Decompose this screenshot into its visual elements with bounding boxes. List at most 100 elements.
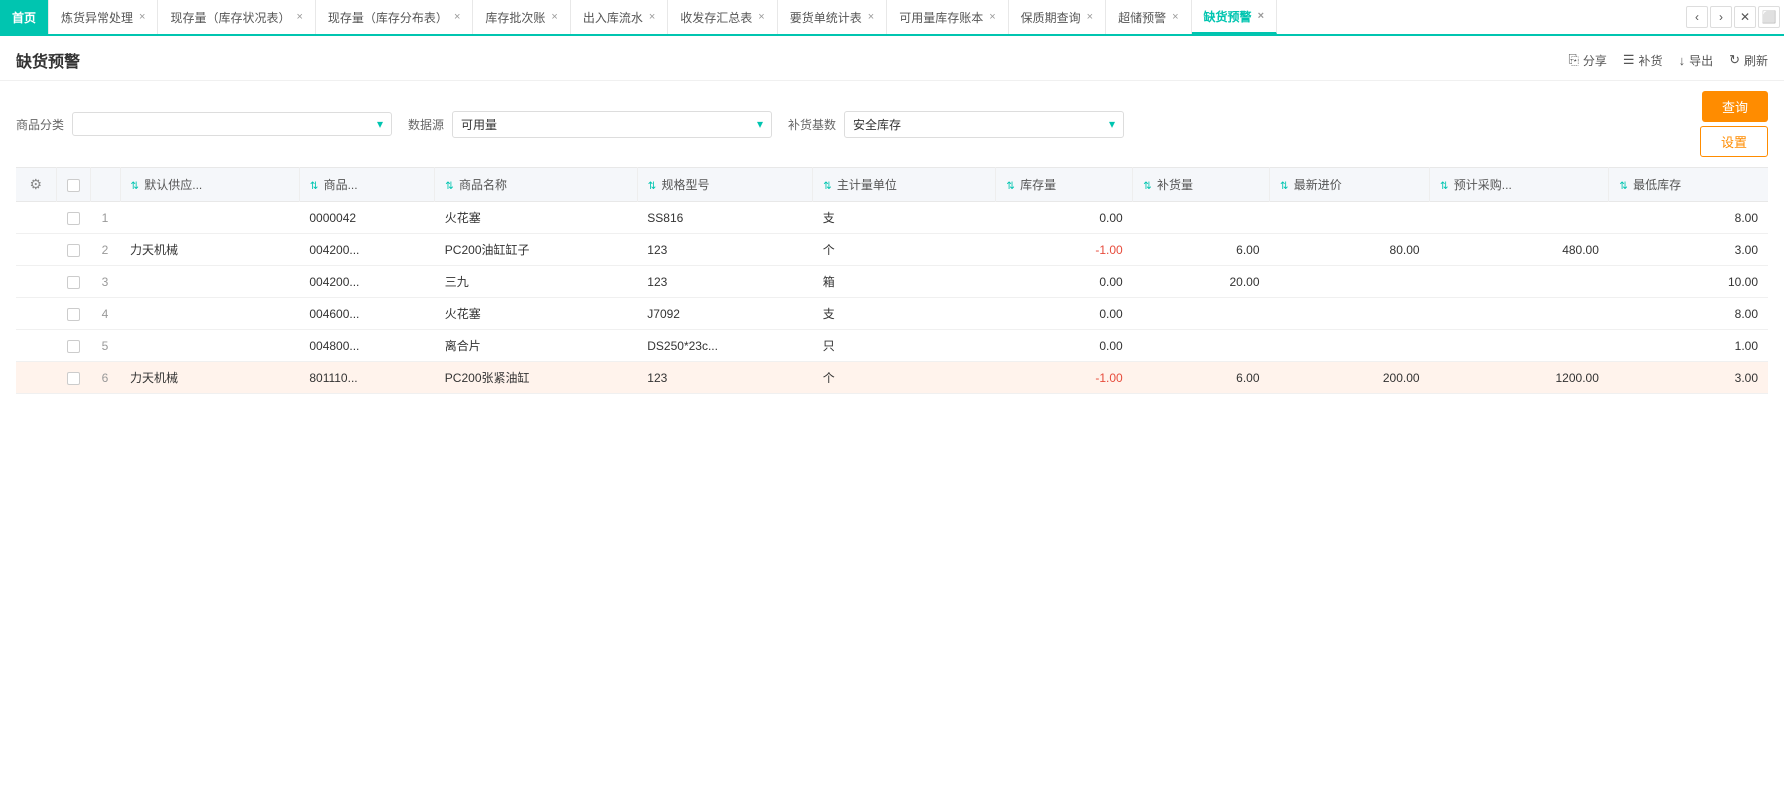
row-settings-cell xyxy=(16,330,56,362)
row-checkbox-cell[interactable] xyxy=(56,266,90,298)
select-all-checkbox[interactable] xyxy=(67,179,80,192)
table-settings-icon[interactable]: ⚙ xyxy=(29,176,42,192)
col-est-purchase[interactable]: ⇅ 预计采购... xyxy=(1430,168,1609,202)
row-checkbox-cell[interactable] xyxy=(56,234,90,266)
datasource-filter-label: 数据源 xyxy=(408,116,444,133)
replenish-base-select[interactable]: 安全库存 ▾ xyxy=(844,111,1124,138)
category-select[interactable]: ▾ xyxy=(72,112,392,136)
tab-available-ledger-close[interactable]: × xyxy=(989,11,995,23)
tab-receipt-summary-label: 收发存汇总表 xyxy=(680,9,752,26)
row-checkbox[interactable] xyxy=(67,372,80,385)
row-est-purchase xyxy=(1430,330,1609,362)
sort-est-purchase-icon: ⇅ xyxy=(1440,181,1448,192)
col-unit[interactable]: ⇅ 主计量单位 xyxy=(813,168,996,202)
row-checkbox-cell[interactable] xyxy=(56,330,90,362)
col-latest-price[interactable]: ⇅ 最新进价 xyxy=(1270,168,1430,202)
row-est-purchase xyxy=(1430,298,1609,330)
tab-scroll-left[interactable]: ‹ xyxy=(1686,6,1708,28)
tab-abnormal[interactable]: 炼货异常处理 × xyxy=(49,0,158,34)
query-button[interactable]: 查询 xyxy=(1702,91,1768,122)
tab-overstock-close[interactable]: × xyxy=(1172,11,1178,23)
col-replenish-qty-label: 补货量 xyxy=(1157,178,1193,192)
table-row: 5 004800... 离合片 DS250*23c... 只 0.00 1.00 xyxy=(16,330,1768,362)
tab-inventory-status-close[interactable]: × xyxy=(296,11,302,23)
datasource-select[interactable]: 可用量 ▾ xyxy=(452,111,772,138)
tab-maximize[interactable]: ⬜ xyxy=(1758,6,1780,28)
tab-home[interactable]: 首页 xyxy=(0,0,49,34)
col-stock-qty[interactable]: ⇅ 库存量 xyxy=(996,168,1133,202)
tab-order-stats[interactable]: 要货单统计表 × xyxy=(778,0,887,34)
tab-inventory-dist[interactable]: 现存量（库存分布表） × xyxy=(316,0,473,34)
col-spec[interactable]: ⇅ 规格型号 xyxy=(637,168,812,202)
tab-shortage-close[interactable]: × xyxy=(1258,10,1264,22)
col-spec-label: 规格型号 xyxy=(662,178,710,192)
row-supplier xyxy=(120,298,299,330)
tab-batch-account[interactable]: 库存批次账 × xyxy=(473,0,570,34)
row-replenish-qty xyxy=(1133,330,1270,362)
tab-inventory-status[interactable]: 现存量（库存状况表） × xyxy=(158,0,315,34)
row-unit: 支 xyxy=(813,202,996,234)
tab-overstock[interactable]: 超储预警 × xyxy=(1106,0,1191,34)
col-product-name[interactable]: ⇅ 商品名称 xyxy=(435,168,637,202)
settings-button[interactable]: 设置 xyxy=(1700,126,1768,157)
row-product-code: 004200... xyxy=(299,234,434,266)
export-button[interactable]: ↓ 导出 xyxy=(1679,52,1714,69)
row-stock-qty: 0.00 xyxy=(996,298,1133,330)
row-settings-cell xyxy=(16,298,56,330)
row-min-stock: 8.00 xyxy=(1609,202,1768,234)
share-button[interactable]: ⎘ 分享 xyxy=(1568,52,1606,69)
refresh-icon: ↻ xyxy=(1729,52,1740,68)
tab-inout-flow[interactable]: 出入库流水 × xyxy=(571,0,668,34)
col-checkbox[interactable] xyxy=(56,168,90,202)
tab-inventory-dist-close[interactable]: × xyxy=(454,11,460,23)
replenish-button[interactable]: ☰ 补货 xyxy=(1623,52,1663,69)
tab-expiry-query[interactable]: 保质期查询 × xyxy=(1009,0,1106,34)
tab-scroll-right[interactable]: › xyxy=(1710,6,1732,28)
tab-available-ledger[interactable]: 可用量库存账本 × xyxy=(887,0,1008,34)
row-latest-price: 80.00 xyxy=(1270,234,1430,266)
row-min-stock: 1.00 xyxy=(1609,330,1768,362)
tab-available-ledger-label: 可用量库存账本 xyxy=(899,9,983,26)
table-row: 3 004200... 三九 123 箱 0.00 20.00 10.00 xyxy=(16,266,1768,298)
row-checkbox[interactable] xyxy=(67,308,80,321)
row-unit: 个 xyxy=(813,362,996,394)
row-settings-cell xyxy=(16,234,56,266)
col-default-supplier[interactable]: ⇅ 默认供应... xyxy=(120,168,299,202)
row-latest-price xyxy=(1270,266,1430,298)
tab-close-current[interactable]: ✕ xyxy=(1734,6,1756,28)
row-checkbox-cell[interactable] xyxy=(56,298,90,330)
tab-batch-account-close[interactable]: × xyxy=(551,11,557,23)
col-min-stock[interactable]: ⇅ 最低库存 xyxy=(1609,168,1768,202)
row-checkbox[interactable] xyxy=(67,340,80,353)
row-product-name: PC200张紧油缸 xyxy=(435,362,637,394)
row-checkbox-cell[interactable] xyxy=(56,202,90,234)
row-seq: 3 xyxy=(90,266,120,298)
tab-inventory-status-label: 现存量（库存状况表） xyxy=(170,9,290,26)
row-latest-price: 200.00 xyxy=(1270,362,1430,394)
col-replenish-qty[interactable]: ⇅ 补货量 xyxy=(1133,168,1270,202)
tab-expiry-query-label: 保质期查询 xyxy=(1021,9,1081,26)
refresh-button[interactable]: ↻ 刷新 xyxy=(1729,52,1768,69)
tab-order-stats-close[interactable]: × xyxy=(868,11,874,23)
row-checkbox[interactable] xyxy=(67,244,80,257)
row-replenish-qty xyxy=(1133,298,1270,330)
col-default-supplier-label: 默认供应... xyxy=(144,178,202,192)
export-label: 导出 xyxy=(1689,52,1713,69)
row-product-name: 离合片 xyxy=(435,330,637,362)
row-checkbox[interactable] xyxy=(67,212,80,225)
tab-inout-flow-close[interactable]: × xyxy=(649,11,655,23)
tab-abnormal-close[interactable]: × xyxy=(139,11,145,23)
datasource-chevron-icon: ▾ xyxy=(757,117,763,131)
col-product-code[interactable]: ⇅ 商品... xyxy=(299,168,434,202)
row-seq: 2 xyxy=(90,234,120,266)
tab-shortage[interactable]: 缺货预警 × xyxy=(1192,0,1277,34)
row-min-stock: 10.00 xyxy=(1609,266,1768,298)
header-actions: ⎘ 分享 ☰ 补货 ↓ 导出 ↻ 刷新 xyxy=(1568,52,1768,69)
row-checkbox[interactable] xyxy=(67,276,80,289)
table-container: ⚙ ⇅ 默认供应... ⇅ 商品... ⇅ xyxy=(0,167,1784,394)
tab-receipt-summary-close[interactable]: × xyxy=(758,11,764,23)
tab-expiry-query-close[interactable]: × xyxy=(1087,11,1093,23)
tab-receipt-summary[interactable]: 收发存汇总表 × xyxy=(668,0,777,34)
col-settings[interactable]: ⚙ xyxy=(16,168,56,202)
row-checkbox-cell[interactable] xyxy=(56,362,90,394)
